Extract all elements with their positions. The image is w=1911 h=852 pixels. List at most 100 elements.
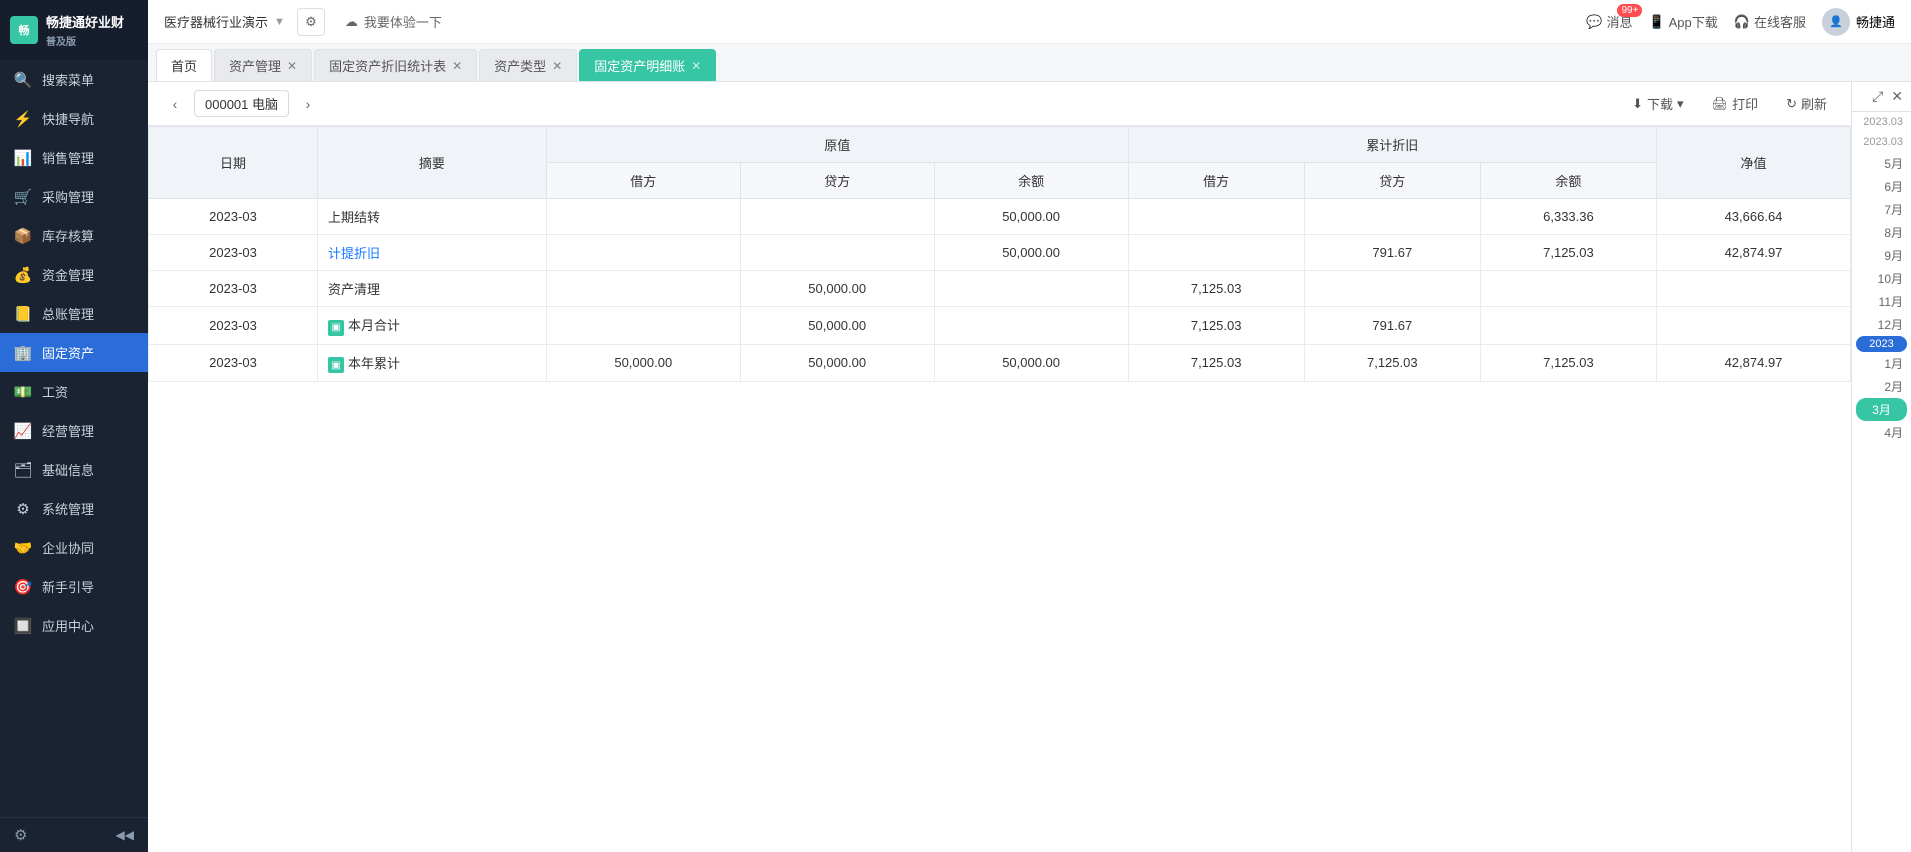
sidebar-item-search[interactable]: 🔍 搜索菜单 [0, 60, 148, 99]
folder-icon: 🗂 [14, 461, 32, 479]
cell-value: 7,125.03 [1128, 307, 1304, 345]
sidebar-item-guide[interactable]: 🎯 新手引导 [0, 567, 148, 606]
sidebar-item-quicknav[interactable]: ⚡ 快捷导航 [0, 99, 148, 138]
cell-date: 2023-03 [149, 235, 318, 271]
timeline-month[interactable]: 9月 [1852, 244, 1911, 267]
sidebar-item-apps[interactable]: 🔲 应用中心 [0, 606, 148, 645]
sidebar-scroll: 🔍 搜索菜单 ⚡ 快捷导航 📊 销售管理 🛒 采购管理 📦 库存核算 💰 资金管… [0, 60, 148, 817]
sidebar-item-fixed[interactable]: 🏢 固定资产 [0, 333, 148, 372]
sidebar-item-system[interactable]: ⚙ 系统管理 [0, 489, 148, 528]
download-button[interactable]: ⬇ 下载 ▾ [1624, 90, 1691, 117]
message-icon: 💬 [1586, 14, 1602, 30]
tab-asset-type[interactable]: 资产类型 ✕ [479, 49, 577, 81]
cell-value [546, 235, 740, 271]
sidebar-item-sales[interactable]: 📊 销售管理 [0, 138, 148, 177]
tab-close-icon[interactable]: ✕ [287, 59, 297, 73]
sidebar-item-collab[interactable]: 🤝 企业协同 [0, 528, 148, 567]
messages-button[interactable]: 💬 消息 99+ [1586, 12, 1632, 31]
collapse-icon[interactable]: ◀◀ [116, 828, 134, 842]
content-area: ‹ 000001 电脑 › ⬇ 下载 ▾ 🖨 打印 [148, 82, 1911, 852]
close-icon[interactable]: ✕ [1891, 88, 1903, 105]
next-button[interactable]: › [297, 93, 319, 115]
sidebar-item-ledger[interactable]: 📒 总账管理 [0, 294, 148, 333]
table-row: 2023-03资产清理50,000.007,125.03 [149, 271, 1851, 307]
user-menu[interactable]: 👤 畅捷通 [1822, 8, 1895, 36]
tab-close-icon[interactable]: ✕ [552, 59, 562, 73]
timeline-month-active[interactable]: 3月 [1856, 398, 1907, 421]
refresh-button[interactable]: ↻ 刷新 [1778, 90, 1835, 117]
sidebar-item-label: 搜索菜单 [42, 70, 94, 89]
app-download-button[interactable]: 📱 App下载 [1648, 12, 1717, 31]
cell-value: 42,874.97 [1657, 235, 1851, 271]
timeline-month[interactable]: 7月 [1852, 198, 1911, 221]
tab-close-icon[interactable]: ✕ [452, 59, 462, 73]
experience-button[interactable]: ☁ 我要体验一下 [345, 12, 442, 31]
cell-value [934, 271, 1128, 307]
timeline-month[interactable]: 10月 [1852, 267, 1911, 290]
cell-value [1657, 271, 1851, 307]
cell-value [1480, 307, 1656, 345]
cell-value [1128, 235, 1304, 271]
timeline-month[interactable]: 11月 [1852, 290, 1911, 313]
tab-asset-detail[interactable]: 固定资产明细账 ✕ [579, 49, 716, 81]
dropdown-icon: ▾ [1677, 96, 1684, 112]
table-row: 2023-03计提折旧50,000.00791.677,125.0342,874… [149, 235, 1851, 271]
lightning-icon: ⚡ [14, 110, 32, 128]
timeline-month[interactable]: 5月 [1852, 152, 1911, 175]
box-icon: 📦 [14, 227, 32, 245]
tag-icon: ▣ [328, 357, 344, 373]
customer-service-button[interactable]: 🎧 在线客服 [1734, 12, 1806, 31]
cell-desc: 计提折旧 [318, 235, 547, 271]
cell-desc: 上期结转 [318, 199, 547, 235]
cell-value [740, 235, 934, 271]
right-panel: ⤢ ✕ 2023.032023.035月6月7月8月9月10月11月12月202… [1851, 82, 1911, 852]
cell-value: 50,000.00 [740, 307, 934, 345]
download-icon: ⬇ [1632, 96, 1643, 112]
sidebar-item-label: 经营管理 [42, 421, 94, 440]
col-yuanzhi-balance: 余额 [934, 163, 1128, 199]
timeline-month[interactable]: 12月 [1852, 313, 1911, 336]
main-area: 医疗器械行业演示 ▼ ⚙ ☁ 我要体验一下 💬 消息 99+ 📱 App下载 🎧… [148, 0, 1911, 852]
prev-button[interactable]: ‹ [164, 93, 186, 115]
cell-value [1657, 307, 1851, 345]
cell-value [740, 199, 934, 235]
tab-asset-mgmt[interactable]: 资产管理 ✕ [214, 49, 312, 81]
timeline-month[interactable]: 6月 [1852, 175, 1911, 198]
sidebar-item-funds[interactable]: 💰 资金管理 [0, 255, 148, 294]
cell-date: 2023-03 [149, 199, 318, 235]
refresh-label: 刷新 [1801, 94, 1827, 113]
company-settings-button[interactable]: ⚙ [297, 8, 325, 36]
cell-value: 7,125.03 [1128, 271, 1304, 307]
tab-depreciation[interactable]: 固定资产折旧统计表 ✕ [314, 49, 477, 81]
experience-label: 我要体验一下 [364, 12, 442, 31]
timeline-month[interactable]: 4月 [1852, 421, 1911, 444]
timeline-month[interactable]: 8月 [1852, 221, 1911, 244]
sidebar-item-label: 固定资产 [42, 343, 94, 362]
timeline-month[interactable]: 1月 [1852, 352, 1911, 375]
cell-value: 50,000.00 [934, 199, 1128, 235]
gear-icon: ⚙ [305, 14, 317, 30]
expand-icon[interactable]: ⤢ [1872, 88, 1883, 105]
sidebar-item-inventory[interactable]: 📦 库存核算 [0, 216, 148, 255]
sidebar-item-basic[interactable]: 🗂 基础信息 [0, 450, 148, 489]
timeline-year: 2023.03 [1852, 112, 1911, 132]
dropdown-arrow-icon: ▼ [274, 16, 285, 28]
sidebar-item-payroll[interactable]: 💵 工资 [0, 372, 148, 411]
timeline-month[interactable]: 2月 [1852, 375, 1911, 398]
chevron-right-icon: › [306, 96, 311, 112]
sidebar-item-ops[interactable]: 📈 经营管理 [0, 411, 148, 450]
print-button[interactable]: 🖨 打印 [1704, 90, 1767, 117]
cell-value: 50,000.00 [546, 344, 740, 382]
search-icon: 🔍 [14, 71, 32, 89]
tab-close-icon[interactable]: ✕ [691, 59, 701, 73]
company-selector[interactable]: 医疗器械行业演示 ▼ [164, 12, 285, 31]
sidebar-item-label: 企业协同 [42, 538, 94, 557]
tab-home[interactable]: 首页 [156, 49, 212, 81]
sidebar-item-label: 快捷导航 [42, 109, 94, 128]
cell-value [934, 307, 1128, 345]
cell-value: 6,333.36 [1480, 199, 1656, 235]
table-row: 2023-03上期结转50,000.006,333.3643,666.64 [149, 199, 1851, 235]
sidebar-item-purchase[interactable]: 🛒 采购管理 [0, 177, 148, 216]
table-row: 2023-03▣本年累计50,000.0050,000.0050,000.007… [149, 344, 1851, 382]
settings-icon[interactable]: ⚙ [14, 826, 27, 844]
